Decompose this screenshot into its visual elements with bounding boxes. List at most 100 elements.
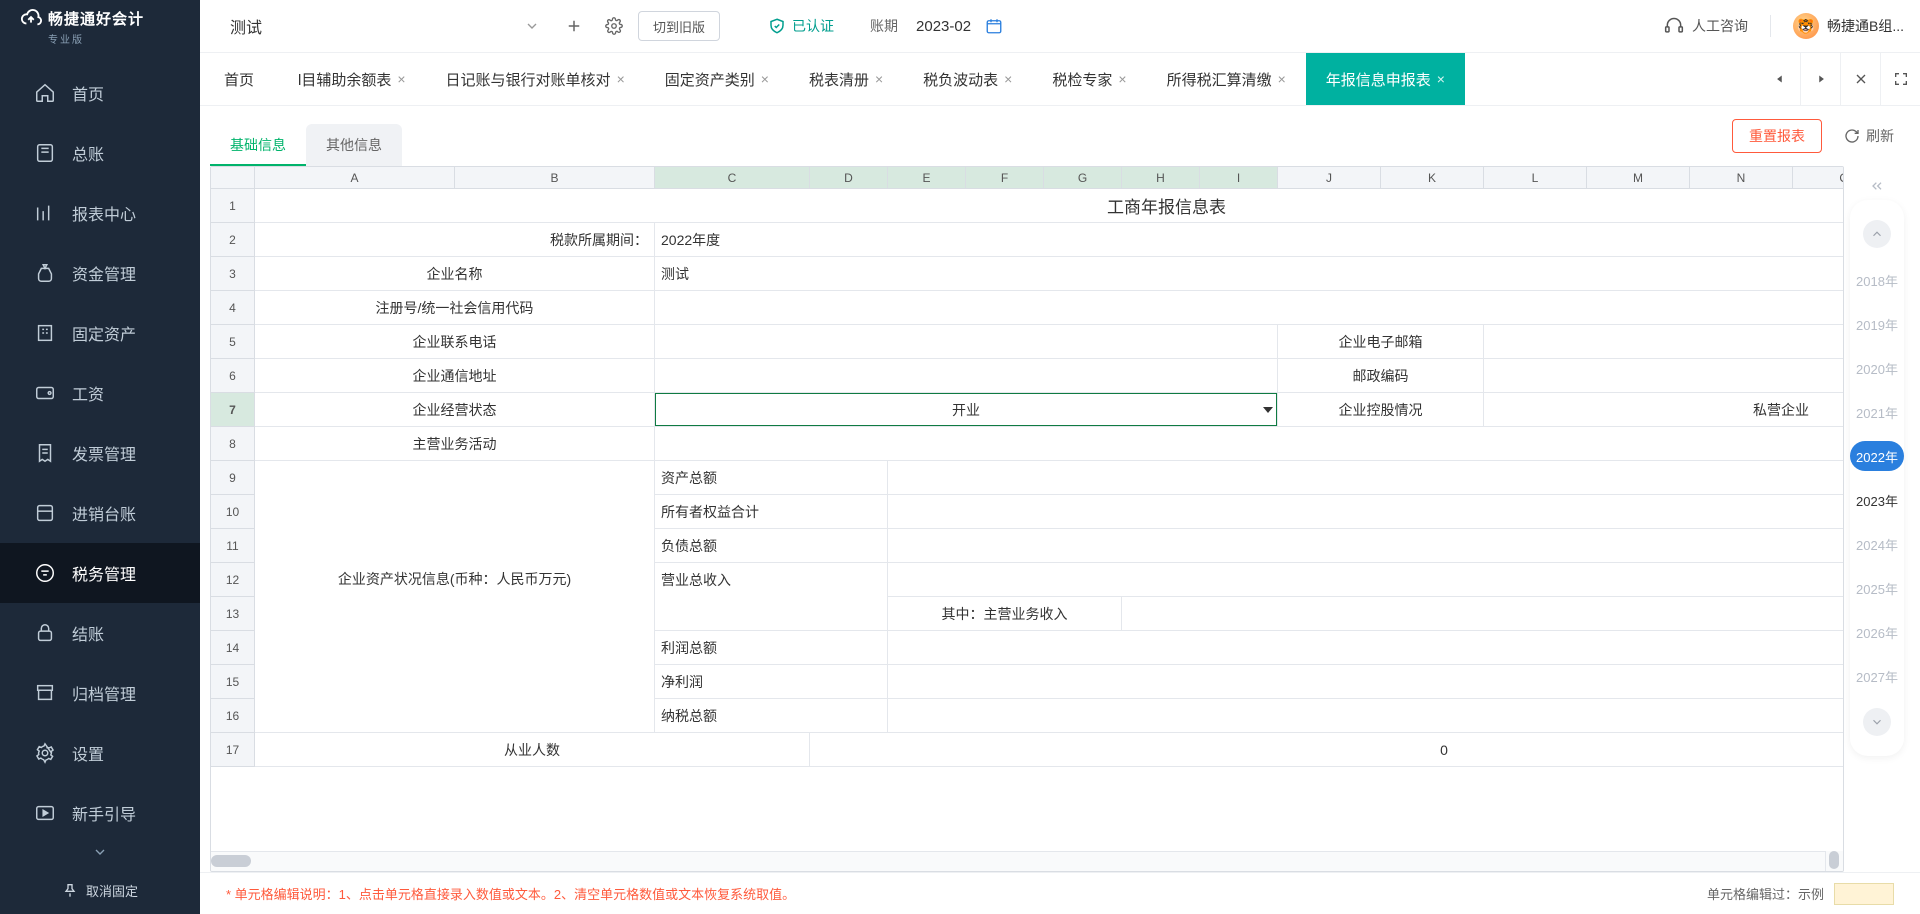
year-option[interactable]: 2026年 <box>1850 610 1904 654</box>
year-option[interactable]: 2024年 <box>1850 522 1904 566</box>
row-number[interactable]: 16 <box>211 699 255 733</box>
col-header[interactable]: C <box>655 167 810 189</box>
col-header[interactable]: B <box>455 167 655 189</box>
cell-label[interactable]: 税款所属期间： <box>255 223 655 257</box>
row-number[interactable]: 4 <box>211 291 255 325</box>
year-option[interactable]: 2025年 <box>1850 566 1904 610</box>
year-option[interactable]: 2020年 <box>1850 346 1904 390</box>
sidebar-item-closing[interactable]: 结账 <box>0 603 200 663</box>
cell-value[interactable] <box>655 325 1278 359</box>
sidebar-item-settings[interactable]: 设置 <box>0 723 200 783</box>
sidebar-item-funds[interactable]: 资金管理 <box>0 243 200 303</box>
cell-label[interactable]: 企业控股情况 <box>1278 393 1484 427</box>
col-header[interactable]: E <box>888 167 966 189</box>
row-number[interactable]: 7 <box>211 393 255 427</box>
close-icon[interactable]: × <box>397 71 405 87</box>
col-header[interactable]: L <box>1484 167 1587 189</box>
cell-label[interactable]: 企业电子邮箱 <box>1278 325 1484 359</box>
row-number[interactable]: 1 <box>211 189 255 223</box>
tab-aux-balance[interactable]: l目辅助余额表× <box>278 53 426 105</box>
cell-value[interactable] <box>888 461 1843 495</box>
col-header[interactable]: O <box>1793 167 1844 189</box>
col-header[interactable]: F <box>966 167 1044 189</box>
row-number[interactable]: 5 <box>211 325 255 359</box>
year-option[interactable]: 2019年 <box>1850 302 1904 346</box>
row-number[interactable]: 14 <box>211 631 255 665</box>
tab-journal-bank[interactable]: 日记账与银行对账单核对× <box>426 53 645 105</box>
chevron-down-icon[interactable] <box>0 838 200 866</box>
tabs-scroll-right-button[interactable] <box>1800 53 1840 105</box>
cell-label[interactable]: 企业通信地址 <box>255 359 655 393</box>
cell-value[interactable]: 私营企业 <box>1484 393 1843 427</box>
year-option[interactable]: 2027年 <box>1850 654 1904 698</box>
cell-label[interactable]: 企业名称 <box>255 257 655 291</box>
row-number[interactable]: 13 <box>211 597 255 631</box>
close-icon[interactable]: × <box>1118 71 1126 87</box>
sidebar-item-ledger[interactable]: 总账 <box>0 123 200 183</box>
sidebar-item-guide[interactable]: 新手引导 <box>0 783 200 843</box>
cell-label[interactable]: 邮政编码 <box>1278 359 1484 393</box>
cell-label[interactable]: 其中：主营业务收入 <box>888 597 1122 631</box>
col-header[interactable]: A <box>255 167 455 189</box>
horizontal-scrollbar[interactable] <box>211 851 1825 871</box>
sidebar-item-home[interactable]: 首页 <box>0 63 200 123</box>
row-number[interactable]: 10 <box>211 495 255 529</box>
cell-value[interactable] <box>888 563 1843 597</box>
tab-tax-expert[interactable]: 税检专家× <box>1032 53 1146 105</box>
cell-value[interactable]: 0 <box>810 733 1843 767</box>
switch-old-version-button[interactable]: 切到旧版 <box>638 11 720 41</box>
cell-label[interactable]: 负债总额 <box>655 529 888 563</box>
cell-label[interactable]: 企业经营状态 <box>255 393 655 427</box>
close-icon[interactable]: × <box>1278 71 1286 87</box>
row-number[interactable]: 3 <box>211 257 255 291</box>
row-number[interactable]: 17 <box>211 733 255 767</box>
tab-tax-list[interactable]: 税表清册× <box>789 53 903 105</box>
scrollbar-thumb[interactable] <box>1829 851 1839 869</box>
collapse-rail-button[interactable] <box>1869 172 1885 200</box>
cell-value[interactable] <box>655 359 1278 393</box>
cell-label[interactable] <box>255 631 655 665</box>
year-option-active[interactable]: 2022年 <box>1850 441 1904 471</box>
year-option[interactable]: 2023年 <box>1850 478 1904 522</box>
cell-value[interactable] <box>1484 359 1843 393</box>
sheet-title[interactable]: 工商年报信息表 <box>255 189 1843 223</box>
cell-label[interactable] <box>255 461 655 495</box>
cell-label[interactable]: 资产总额 <box>655 461 888 495</box>
unpin-sidebar-button[interactable]: 取消固定 <box>0 866 200 914</box>
cell-label[interactable]: 主营业务活动 <box>255 427 655 461</box>
sidebar-item-stock[interactable]: 进销台账 <box>0 483 200 543</box>
status-dropdown-cell[interactable]: 开业 <box>655 393 1278 427</box>
cell-label[interactable]: 从业人数 <box>255 733 810 767</box>
cell-value[interactable]: 2022年度 <box>655 223 1843 257</box>
row-number[interactable]: 9 <box>211 461 255 495</box>
close-icon[interactable]: × <box>875 71 883 87</box>
cell-value[interactable] <box>888 665 1843 699</box>
vertical-scrollbar[interactable] <box>1825 851 1843 871</box>
tab-annual-report[interactable]: 年报信息申报表× <box>1306 53 1465 105</box>
cell-value[interactable] <box>655 291 1843 325</box>
tabs-scroll-left-button[interactable] <box>1760 53 1800 105</box>
col-header[interactable]: H <box>1122 167 1200 189</box>
col-header[interactable]: K <box>1381 167 1484 189</box>
cell-label[interactable]: 利润总额 <box>655 631 888 665</box>
cell-value[interactable] <box>655 427 1843 461</box>
row-number[interactable]: 11 <box>211 529 255 563</box>
cell-label[interactable] <box>255 495 655 529</box>
year-scroll-up-button[interactable] <box>1863 220 1891 248</box>
cell-label[interactable]: 纳税总额 <box>655 699 888 733</box>
period-calendar-button[interactable] <box>985 17 1003 35</box>
subtab-other[interactable]: 其他信息 <box>306 124 402 166</box>
reset-report-button[interactable]: 重置报表 <box>1732 119 1822 153</box>
close-icon[interactable]: × <box>617 71 625 87</box>
tab-asset-category[interactable]: 固定资产类别× <box>645 53 789 105</box>
cell-label[interactable] <box>255 665 655 699</box>
row-number[interactable]: 2 <box>211 223 255 257</box>
corner-cell[interactable] <box>211 167 255 189</box>
col-header[interactable]: N <box>1690 167 1793 189</box>
tabs-fullscreen-button[interactable] <box>1880 53 1920 105</box>
subtab-basic[interactable]: 基础信息 <box>210 124 306 166</box>
row-number[interactable]: 15 <box>211 665 255 699</box>
cell-label[interactable] <box>255 529 655 563</box>
year-option[interactable]: 2018年 <box>1850 258 1904 302</box>
cell-value[interactable]: 测试 <box>655 257 1843 291</box>
